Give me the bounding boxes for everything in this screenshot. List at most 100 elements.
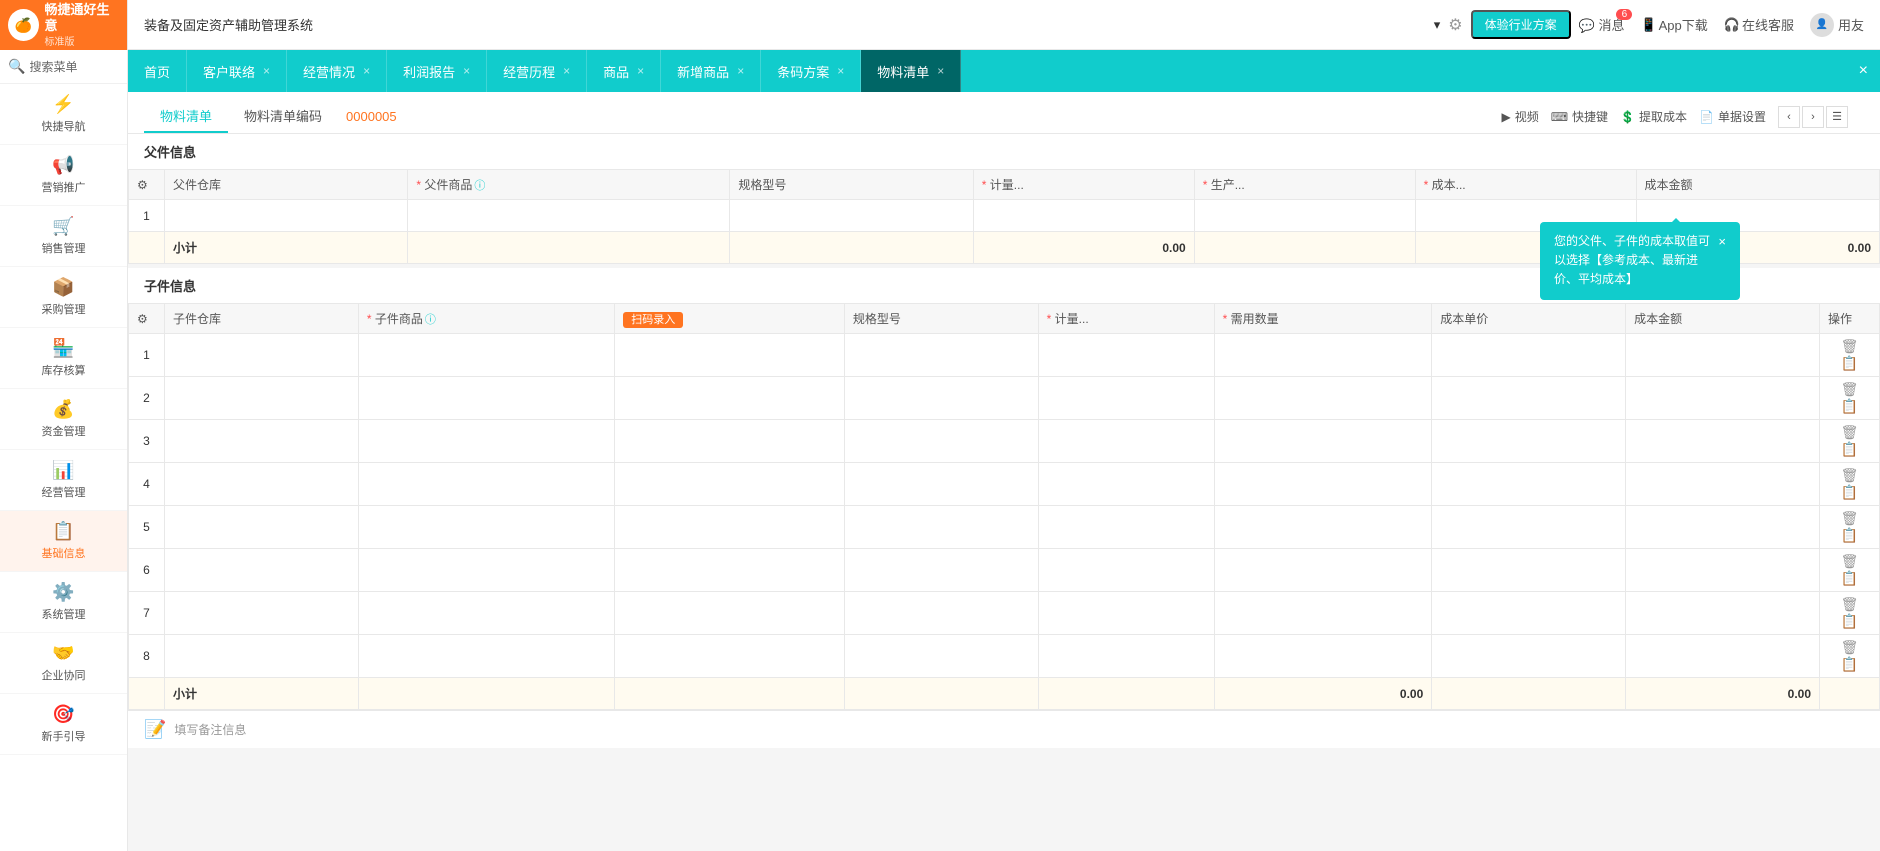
child-warehouse-5[interactable]: [165, 506, 359, 549]
child-copy-5[interactable]: 📋: [1841, 527, 1858, 543]
online-service-btn[interactable]: 🎧 在线客服: [1724, 15, 1794, 34]
child-warehouse-1[interactable]: [165, 334, 359, 377]
tab-customer-close[interactable]: ×: [263, 64, 270, 78]
child-delete-3[interactable]: 🗑: [1841, 424, 1859, 440]
child-unit-5[interactable]: [1038, 506, 1214, 549]
child-delete-2[interactable]: 🗑: [1841, 381, 1859, 397]
sidebar-item-sales[interactable]: 🛒 销售管理: [0, 206, 127, 267]
child-spec-7[interactable]: [844, 592, 1038, 635]
page-list-btn[interactable]: ☰: [1826, 106, 1848, 128]
sidebar-item-basic[interactable]: 📋 基础信息: [0, 511, 127, 572]
parent-product-1[interactable]: [408, 200, 730, 232]
child-qty-3[interactable]: [1214, 420, 1432, 463]
child-copy-4[interactable]: 📋: [1841, 484, 1858, 500]
experience-btn[interactable]: 体验行业方案: [1471, 10, 1571, 39]
child-product-7[interactable]: [358, 592, 614, 635]
child-warehouse-3[interactable]: [165, 420, 359, 463]
child-copy-2[interactable]: 📋: [1841, 398, 1858, 414]
tab-goods[interactable]: 商品 ×: [587, 50, 661, 92]
tab-operations-close[interactable]: ×: [363, 64, 370, 78]
subtab-bom-list[interactable]: 物料清单: [144, 100, 228, 133]
note-placeholder[interactable]: 填写备注信息: [174, 721, 246, 738]
child-unit-8[interactable]: [1038, 635, 1214, 678]
child-unit-2[interactable]: [1038, 377, 1214, 420]
sidebar-item-marketing[interactable]: 📢 营销推广: [0, 145, 127, 206]
system-dropdown[interactable]: ▾: [1434, 17, 1441, 33]
child-unit-price-4[interactable]: [1432, 463, 1626, 506]
tab-profit[interactable]: 利润报告 ×: [387, 50, 487, 92]
single-settings-btn[interactable]: 📄 单据设置: [1699, 108, 1766, 125]
child-unit-price-3[interactable]: [1432, 420, 1626, 463]
tab-goods-close[interactable]: ×: [637, 64, 644, 78]
scan-input-btn[interactable]: 扫码录入: [623, 312, 683, 328]
child-product-4[interactable]: [358, 463, 614, 506]
video-btn[interactable]: ▶ 视频: [1501, 108, 1538, 125]
tab-bom-close[interactable]: ×: [937, 64, 944, 78]
child-delete-5[interactable]: 🗑: [1841, 510, 1859, 526]
nav-close-all[interactable]: ×: [1847, 62, 1880, 80]
child-unit-1[interactable]: [1038, 334, 1214, 377]
tab-profit-close[interactable]: ×: [463, 64, 470, 78]
child-qty-1[interactable]: [1214, 334, 1432, 377]
tab-bom[interactable]: 物料清单 ×: [861, 50, 961, 92]
parent-spec-1[interactable]: [730, 200, 973, 232]
tab-new-goods[interactable]: 新增商品 ×: [661, 50, 761, 92]
child-delete-8[interactable]: 🗑: [1841, 639, 1859, 655]
tooltip-close-btn[interactable]: ×: [1718, 232, 1726, 253]
child-product-5[interactable]: [358, 506, 614, 549]
child-spec-6[interactable]: [844, 549, 1038, 592]
page-next-btn[interactable]: ›: [1802, 106, 1824, 128]
sidebar-item-enterprise[interactable]: 🤝 企业协同: [0, 633, 127, 694]
child-spec-1[interactable]: [844, 334, 1038, 377]
child-copy-8[interactable]: 📋: [1841, 656, 1858, 672]
shortcut-btn[interactable]: ⌨ 快捷键: [1551, 108, 1608, 125]
child-unit-price-7[interactable]: [1432, 592, 1626, 635]
sidebar-item-purchase[interactable]: 📦 采购管理: [0, 267, 127, 328]
tab-home[interactable]: 首页: [128, 50, 187, 92]
child-qty-2[interactable]: [1214, 377, 1432, 420]
sidebar-item-system[interactable]: ⚙️ 系统管理: [0, 572, 127, 633]
child-product-8[interactable]: [358, 635, 614, 678]
child-delete-6[interactable]: 🗑: [1841, 553, 1859, 569]
parent-unit-1[interactable]: [973, 200, 1194, 232]
child-product-2[interactable]: [358, 377, 614, 420]
child-unit-price-8[interactable]: [1432, 635, 1626, 678]
tab-operations[interactable]: 经营情况 ×: [287, 50, 387, 92]
child-spec-3[interactable]: [844, 420, 1038, 463]
child-copy-7[interactable]: 📋: [1841, 613, 1858, 629]
settings-icon[interactable]: ⚙: [1448, 15, 1462, 35]
child-unit-4[interactable]: [1038, 463, 1214, 506]
tab-customer[interactable]: 客户联络 ×: [187, 50, 287, 92]
tab-barcode-close[interactable]: ×: [837, 64, 844, 78]
sidebar-item-finance[interactable]: 💰 资金管理: [0, 389, 127, 450]
search-menu-item[interactable]: 🔍 搜索菜单: [0, 50, 127, 84]
tab-new-goods-close[interactable]: ×: [737, 64, 744, 78]
child-delete-1[interactable]: 🗑: [1841, 338, 1859, 354]
child-delete-4[interactable]: 🗑: [1841, 467, 1859, 483]
child-product-6[interactable]: [358, 549, 614, 592]
child-unit-price-5[interactable]: [1432, 506, 1626, 549]
sidebar-item-inventory[interactable]: 🏪 库存核算: [0, 328, 127, 389]
child-delete-7[interactable]: 🗑: [1841, 596, 1859, 612]
child-warehouse-7[interactable]: [165, 592, 359, 635]
child-spec-8[interactable]: [844, 635, 1038, 678]
child-warehouse-8[interactable]: [165, 635, 359, 678]
child-warehouse-4[interactable]: [165, 463, 359, 506]
sidebar-item-quicknav[interactable]: ⚡ 快捷导航: [0, 84, 127, 145]
child-spec-2[interactable]: [844, 377, 1038, 420]
subtab-bom-code-tab[interactable]: 物料清单编码: [228, 100, 338, 133]
sidebar-item-guide[interactable]: 🎯 新手引导: [0, 694, 127, 755]
child-unit-price-2[interactable]: [1432, 377, 1626, 420]
tab-history[interactable]: 经营历程 ×: [487, 50, 587, 92]
parent-production-1[interactable]: [1194, 200, 1415, 232]
parent-warehouse-1[interactable]: [165, 200, 408, 232]
child-unit-7[interactable]: [1038, 592, 1214, 635]
extract-cost-btn[interactable]: 💲 提取成本: [1620, 108, 1687, 125]
child-unit-6[interactable]: [1038, 549, 1214, 592]
child-unit-3[interactable]: [1038, 420, 1214, 463]
child-copy-6[interactable]: 📋: [1841, 570, 1858, 586]
child-qty-6[interactable]: [1214, 549, 1432, 592]
child-copy-3[interactable]: 📋: [1841, 441, 1858, 457]
child-spec-4[interactable]: [844, 463, 1038, 506]
child-unit-price-1[interactable]: [1432, 334, 1626, 377]
